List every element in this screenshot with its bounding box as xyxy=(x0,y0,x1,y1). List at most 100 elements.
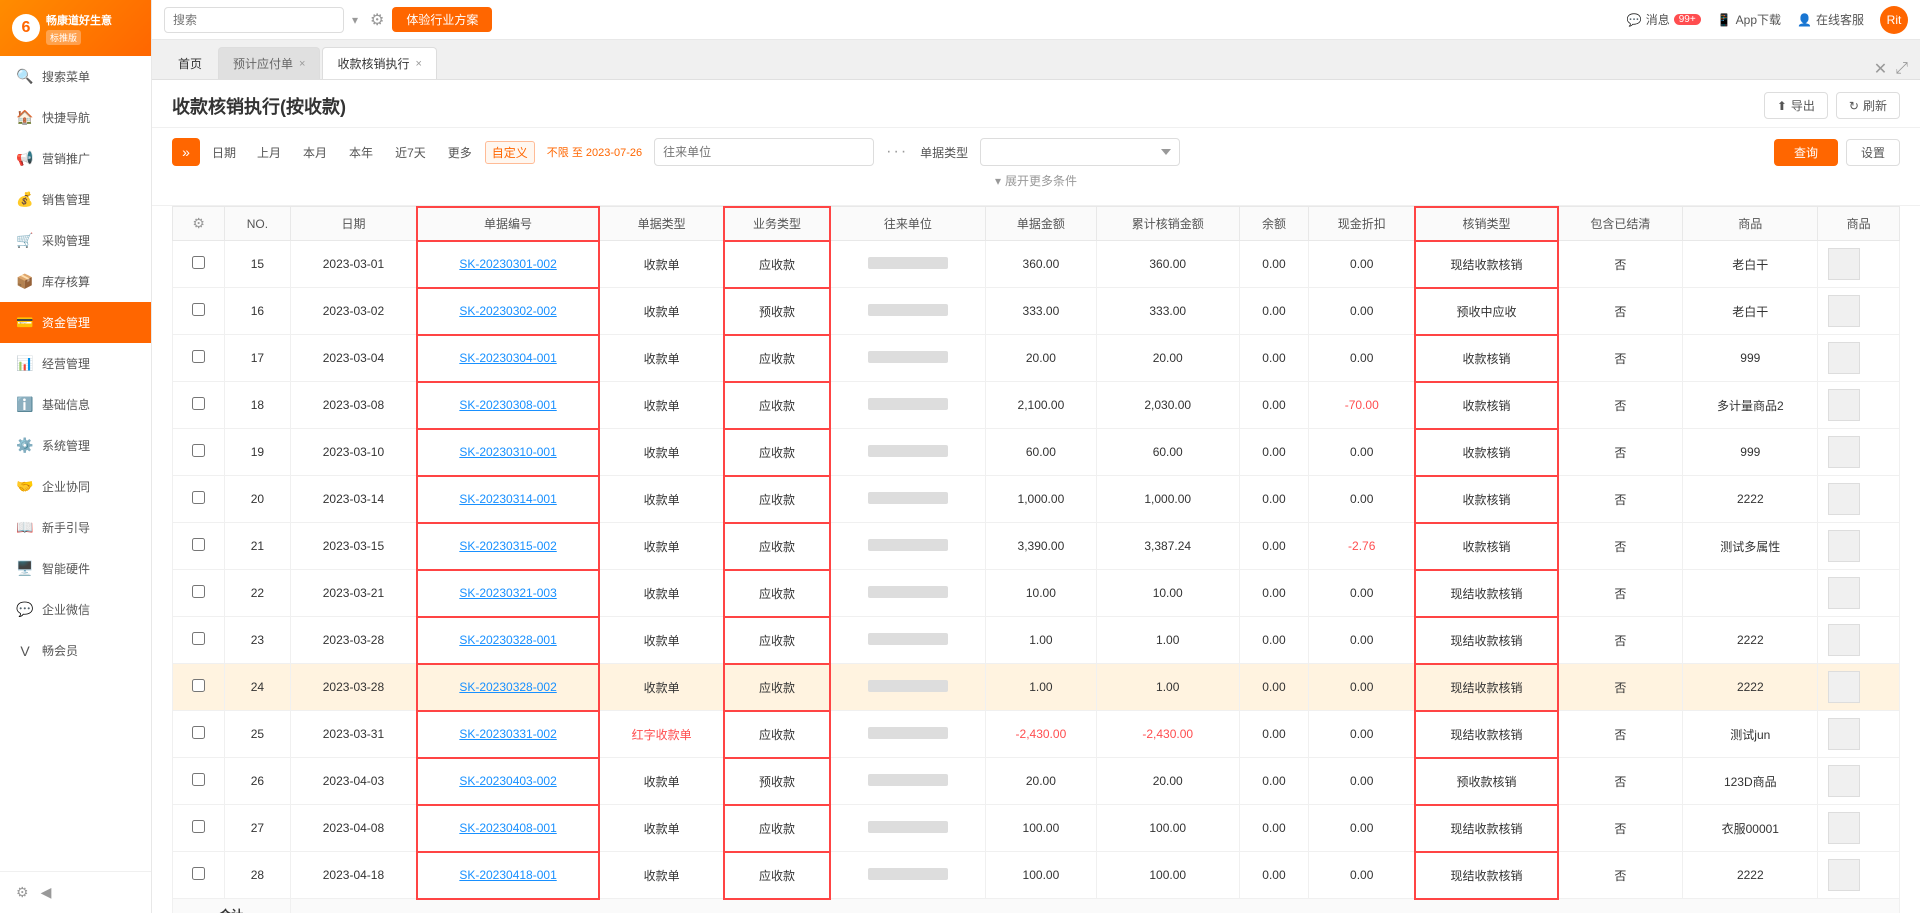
cell-checkbox[interactable] xyxy=(173,852,225,899)
row-checkbox[interactable] xyxy=(192,397,205,410)
table-row[interactable]: 19 2023-03-10 SK-20230310-001 收款单 应收款 60… xyxy=(173,429,1900,476)
collapse-icon[interactable]: ◀ xyxy=(41,884,52,901)
cell-checkbox[interactable] xyxy=(173,570,225,617)
sidebar-item-marketing[interactable]: 📢 营销推广 xyxy=(0,138,151,179)
filter-expand-more[interactable]: ▾ 展开更多条件 xyxy=(172,166,1900,195)
row-checkbox[interactable] xyxy=(192,773,205,786)
table-row[interactable]: 17 2023-03-04 SK-20230304-001 收款单 应收款 20… xyxy=(173,335,1900,382)
filter-setting-button[interactable]: 设置 xyxy=(1846,139,1900,166)
table-row[interactable]: 26 2023-04-03 SK-20230403-002 收款单 预收款 20… xyxy=(173,758,1900,805)
filter-this-year-button[interactable]: 本年 xyxy=(340,140,382,165)
cell-bill-no[interactable]: SK-20230310-001 xyxy=(417,429,599,476)
filter-this-month-button[interactable]: 本月 xyxy=(294,140,336,165)
bill-no-link[interactable]: SK-20230304-001 xyxy=(459,351,556,365)
cell-bill-no[interactable]: SK-20230418-001 xyxy=(417,852,599,899)
cell-checkbox[interactable] xyxy=(173,429,225,476)
row-checkbox[interactable] xyxy=(192,444,205,457)
bill-no-link[interactable]: SK-20230321-003 xyxy=(459,586,556,600)
bill-no-link[interactable]: SK-20230331-002 xyxy=(459,727,556,741)
table-row[interactable]: 27 2023-04-08 SK-20230408-001 收款单 应收款 10… xyxy=(173,805,1900,852)
cell-checkbox[interactable] xyxy=(173,805,225,852)
row-checkbox[interactable] xyxy=(192,585,205,598)
cell-checkbox[interactable] xyxy=(173,711,225,758)
cell-checkbox[interactable] xyxy=(173,617,225,664)
row-checkbox[interactable] xyxy=(192,303,205,316)
bill-no-link[interactable]: SK-20230308-001 xyxy=(459,398,556,412)
filter-custom-label[interactable]: 自定义 xyxy=(485,141,535,164)
sidebar-item-basic[interactable]: ℹ️ 基础信息 xyxy=(0,384,151,425)
cell-checkbox[interactable] xyxy=(173,335,225,382)
tab-close-all-button[interactable]: ✕ xyxy=(1874,59,1887,79)
cell-bill-no[interactable]: SK-20230408-001 xyxy=(417,805,599,852)
cell-bill-no[interactable]: SK-20230302-002 xyxy=(417,288,599,335)
filter-expand-button[interactable]: » xyxy=(172,138,200,166)
filter-7days-button[interactable]: 近7天 xyxy=(386,140,435,165)
cell-checkbox[interactable] xyxy=(173,288,225,335)
col-settings[interactable]: ⚙ xyxy=(173,207,225,241)
prepay-tab-close-icon[interactable]: × xyxy=(299,58,305,70)
industry-solution-button[interactable]: 体验行业方案 xyxy=(392,7,492,32)
bill-no-link[interactable]: SK-20230301-002 xyxy=(459,257,556,271)
table-row[interactable]: 23 2023-03-28 SK-20230328-001 收款单 应收款 1.… xyxy=(173,617,1900,664)
bill-no-link[interactable]: SK-20230310-001 xyxy=(459,445,556,459)
row-checkbox[interactable] xyxy=(192,726,205,739)
sidebar-item-wechat[interactable]: 💬 企业微信 xyxy=(0,589,151,630)
cell-checkbox[interactable] xyxy=(173,382,225,429)
topbar-gear-icon[interactable]: ⚙ xyxy=(370,10,384,30)
cell-checkbox[interactable] xyxy=(173,664,225,711)
table-row[interactable]: 22 2023-03-21 SK-20230321-003 收款单 应收款 10… xyxy=(173,570,1900,617)
table-row[interactable]: 15 2023-03-01 SK-20230301-002 收款单 应收款 36… xyxy=(173,241,1900,288)
row-checkbox[interactable] xyxy=(192,538,205,551)
receipt-tab-close-icon[interactable]: × xyxy=(415,58,421,70)
row-checkbox[interactable] xyxy=(192,820,205,833)
row-checkbox[interactable] xyxy=(192,491,205,504)
cell-bill-no[interactable]: SK-20230315-002 xyxy=(417,523,599,570)
row-checkbox[interactable] xyxy=(192,867,205,880)
cell-checkbox[interactable] xyxy=(173,523,225,570)
table-row[interactable]: 18 2023-03-08 SK-20230308-001 收款单 应收款 2,… xyxy=(173,382,1900,429)
cell-checkbox[interactable] xyxy=(173,476,225,523)
table-row[interactable]: 28 2023-04-18 SK-20230418-001 收款单 应收款 10… xyxy=(173,852,1900,899)
topbar-online-service[interactable]: 👤 在线客服 xyxy=(1797,11,1864,28)
column-settings-icon[interactable]: ⚙ xyxy=(192,215,205,231)
sidebar-item-inventory[interactable]: 📦 库存核算 xyxy=(0,261,151,302)
row-checkbox[interactable] xyxy=(192,679,205,692)
cell-bill-no[interactable]: SK-20230308-001 xyxy=(417,382,599,429)
sidebar-item-member[interactable]: V 畅会员 xyxy=(0,630,151,671)
bill-no-link[interactable]: SK-20230328-001 xyxy=(459,633,556,647)
bill-no-link[interactable]: SK-20230314-001 xyxy=(459,492,556,506)
cell-checkbox[interactable] xyxy=(173,758,225,805)
cell-bill-no[interactable]: SK-20230304-001 xyxy=(417,335,599,382)
cell-bill-no[interactable]: SK-20230331-002 xyxy=(417,711,599,758)
sidebar-item-operation[interactable]: 📊 经营管理 xyxy=(0,343,151,384)
bill-no-link[interactable]: SK-20230408-001 xyxy=(459,821,556,835)
cell-bill-no[interactable]: SK-20230403-002 xyxy=(417,758,599,805)
table-row[interactable]: 25 2023-03-31 SK-20230331-002 红字收款单 应收款 … xyxy=(173,711,1900,758)
tab-receipt-exec[interactable]: 收款核销执行 × xyxy=(322,47,436,79)
topbar-app-download[interactable]: 📱 App下载 xyxy=(1717,11,1781,28)
topbar-search-input[interactable] xyxy=(164,7,344,33)
sidebar-item-corp[interactable]: 🤝 企业协同 xyxy=(0,466,151,507)
topbar-chevron-icon[interactable]: ▾ xyxy=(352,13,358,27)
bill-no-link[interactable]: SK-20230302-002 xyxy=(459,304,556,318)
filter-more-dots[interactable]: ··· xyxy=(886,143,908,161)
sidebar-item-quicknav[interactable]: 🏠 快捷导航 xyxy=(0,97,151,138)
filter-unit-input[interactable] xyxy=(654,138,874,166)
cell-bill-no[interactable]: SK-20230301-002 xyxy=(417,241,599,288)
settings-footer-icon[interactable]: ⚙ xyxy=(16,884,29,901)
tab-prepay-list[interactable]: 预计应付单 × xyxy=(218,47,320,79)
tab-home[interactable]: 首页 xyxy=(164,47,216,79)
row-checkbox[interactable] xyxy=(192,350,205,363)
user-avatar[interactable]: Rit xyxy=(1880,6,1908,34)
sidebar-item-guide[interactable]: 📖 新手引导 xyxy=(0,507,151,548)
sidebar-item-system[interactable]: ⚙️ 系统管理 xyxy=(0,425,151,466)
sidebar-item-purchase[interactable]: 🛒 采购管理 xyxy=(0,220,151,261)
table-row[interactable]: 24 2023-03-28 SK-20230328-002 收款单 应收款 1.… xyxy=(173,664,1900,711)
topbar-message[interactable]: 💬 消息 99+ xyxy=(1627,11,1701,28)
cell-bill-no[interactable]: SK-20230321-003 xyxy=(417,570,599,617)
cell-checkbox[interactable] xyxy=(173,241,225,288)
cell-bill-no[interactable]: SK-20230314-001 xyxy=(417,476,599,523)
filter-type-select[interactable] xyxy=(980,138,1180,166)
sidebar-item-finance[interactable]: 💳 资金管理 xyxy=(0,302,151,343)
row-checkbox[interactable] xyxy=(192,256,205,269)
